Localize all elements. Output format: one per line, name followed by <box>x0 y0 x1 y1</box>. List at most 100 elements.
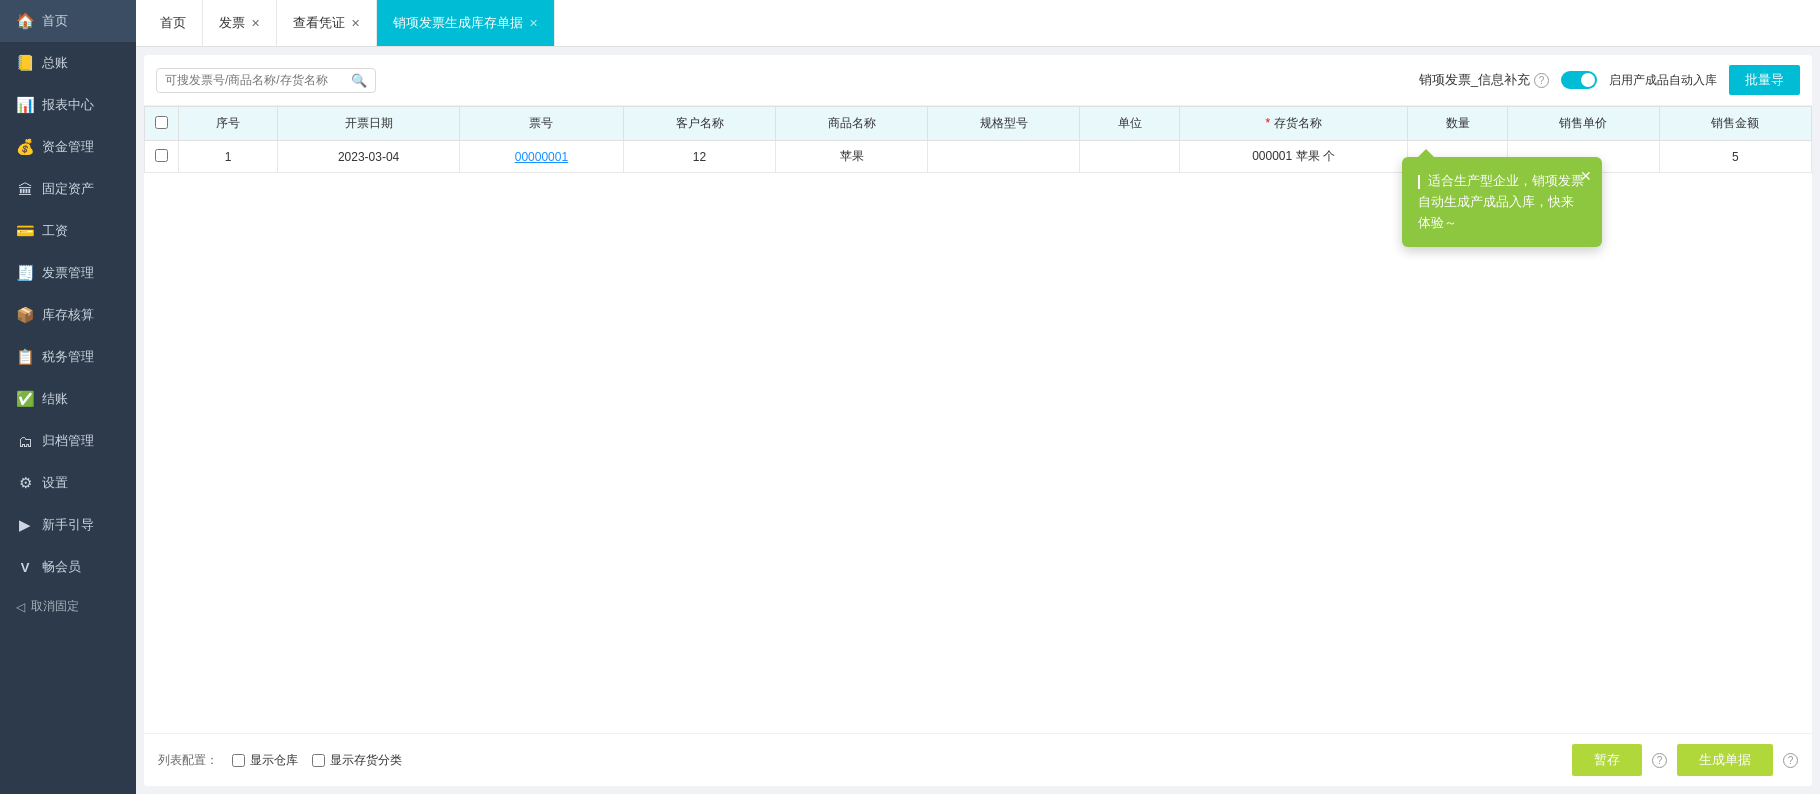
sidebar-item-label: 首页 <box>42 12 68 30</box>
cancel-fixed-label: 取消固定 <box>31 598 79 615</box>
bottom-right: 暂存 ? 生成单据 ? <box>1572 744 1798 776</box>
show-category-text: 显示存货分类 <box>330 752 402 769</box>
tab-home[interactable]: 首页 <box>144 0 203 46</box>
sidebar-item-label: 税务管理 <box>42 348 94 366</box>
sidebar-item-assets[interactable]: 🏛 固定资产 <box>0 168 136 210</box>
invoice-icon: 🧾 <box>16 264 34 282</box>
show-category-checkbox[interactable] <box>312 754 325 767</box>
ledger-icon: 📒 <box>16 54 34 72</box>
show-warehouse-text: 显示仓库 <box>250 752 298 769</box>
cell-inventory: 000001 苹果 个 <box>1179 141 1408 173</box>
generate-button[interactable]: 生成单据 <box>1677 744 1773 776</box>
cell-customer: 12 <box>623 141 775 173</box>
sidebar: 🏠 首页 📒 总账 📊 报表中心 💰 资金管理 🏛 固定资产 💳 工资 🧾 发票… <box>0 0 136 794</box>
auto-stock-toggle[interactable] <box>1561 71 1597 89</box>
sidebar-item-label: 归档管理 <box>42 432 94 450</box>
inventory-icon: 📦 <box>16 306 34 324</box>
settings-icon: ⚙ <box>16 474 34 492</box>
cell-date: 2023-03-04 <box>278 141 460 173</box>
th-unit-price: 销售单价 <box>1507 107 1659 141</box>
sidebar-item-invoice[interactable]: 🧾 发票管理 <box>0 252 136 294</box>
tab-invoice-close[interactable]: ✕ <box>251 17 260 30</box>
cancel-fixed[interactable]: ◁ 取消固定 <box>0 588 136 625</box>
th-unit: 单位 <box>1080 107 1179 141</box>
sidebar-item-inventory[interactable]: 📦 库存核算 <box>0 294 136 336</box>
sidebar-item-report[interactable]: 📊 报表中心 <box>0 84 136 126</box>
row-checkbox[interactable] <box>155 149 168 162</box>
show-category-label[interactable]: 显示存货分类 <box>312 752 402 769</box>
tax-icon: 📋 <box>16 348 34 366</box>
cell-amount: 5 <box>1659 141 1811 173</box>
sidebar-item-fund[interactable]: 💰 资金管理 <box>0 126 136 168</box>
sidebar-item-home[interactable]: 🏠 首页 <box>0 0 136 42</box>
sidebar-item-label: 总账 <box>42 54 68 72</box>
toolbar-right: 销项发票_信息补充 ? 启用产成品自动入库 批量导 <box>1419 65 1800 95</box>
sidebar-item-label: 设置 <box>42 474 68 492</box>
table-header-row: 序号 开票日期 票号 客户名称 商品名称 规格型号 单位 存货名称 数量 销售单… <box>145 107 1812 141</box>
sidebar-item-settings[interactable]: ⚙ 设置 <box>0 462 136 504</box>
th-date: 开票日期 <box>278 107 460 141</box>
tab-invoice[interactable]: 发票 ✕ <box>203 0 277 46</box>
info-label-text: 销项发票_信息补充 <box>1419 71 1530 89</box>
fund-icon: 💰 <box>16 138 34 156</box>
report-icon: 📊 <box>16 96 34 114</box>
show-warehouse-checkbox[interactable] <box>232 754 245 767</box>
info-help-icon[interactable]: ? <box>1534 73 1549 88</box>
tooltip-popover: ✕ 适合生产型企业，销项发票自动生成产成品入库，快来体验～ <box>1402 157 1602 247</box>
tab-invoice-label: 发票 <box>219 14 245 32</box>
sidebar-item-member[interactable]: V 畅会员 <box>0 546 136 588</box>
generate-help-icon[interactable]: ? <box>1783 753 1798 768</box>
info-label: 销项发票_信息补充 ? <box>1419 71 1549 89</box>
sidebar-item-label: 固定资产 <box>42 180 94 198</box>
tab-voucher-close[interactable]: ✕ <box>351 17 360 30</box>
tooltip-text: 适合生产型企业，销项发票自动生成产成品入库，快来体验～ <box>1418 173 1584 230</box>
toggle-track[interactable] <box>1561 71 1597 89</box>
guide-icon: ▶ <box>16 516 34 534</box>
archive-icon: 🗂 <box>16 433 34 450</box>
cell-invoice-no[interactable]: 00000001 <box>459 141 623 173</box>
tab-voucher-label: 查看凭证 <box>293 14 345 32</box>
content-panel: 🔍 销项发票_信息补充 ? 启用产成品自动入库 批量导 <box>144 55 1812 786</box>
select-all-checkbox[interactable] <box>155 116 168 129</box>
cancel-fixed-icon: ◁ <box>16 600 25 614</box>
th-invoice-no: 票号 <box>459 107 623 141</box>
tab-stock-order-close[interactable]: ✕ <box>529 17 538 30</box>
save-help-icon[interactable]: ? <box>1652 753 1667 768</box>
sidebar-item-label: 发票管理 <box>42 264 94 282</box>
sidebar-item-tax[interactable]: 📋 税务管理 <box>0 336 136 378</box>
toggle-label: 启用产成品自动入库 <box>1609 72 1717 89</box>
sidebar-item-label: 库存核算 <box>42 306 94 324</box>
tooltip-close-button[interactable]: ✕ <box>1580 165 1592 187</box>
tab-bar: 首页 发票 ✕ 查看凭证 ✕ 销项发票生成库存单据 ✕ <box>136 0 1820 47</box>
batch-import-button[interactable]: 批量导 <box>1729 65 1800 95</box>
sidebar-item-archive[interactable]: 🗂 归档管理 <box>0 420 136 462</box>
search-icon: 🔍 <box>351 73 367 88</box>
th-amount: 销售金额 <box>1659 107 1811 141</box>
sidebar-item-salary[interactable]: 💳 工资 <box>0 210 136 252</box>
th-seq: 序号 <box>179 107 278 141</box>
th-qty: 数量 <box>1408 107 1507 141</box>
search-box[interactable]: 🔍 <box>156 68 376 93</box>
salary-icon: 💳 <box>16 222 34 240</box>
sidebar-item-label: 结账 <box>42 390 68 408</box>
close-account-icon: ✅ <box>16 390 34 408</box>
sidebar-item-label: 畅会员 <box>42 558 81 576</box>
bottom-bar: 列表配置： 显示仓库 显示存货分类 暂存 ? 生成单据 ? <box>144 733 1812 786</box>
cell-seq: 1 <box>179 141 278 173</box>
sidebar-item-ledger[interactable]: 📒 总账 <box>0 42 136 84</box>
search-input[interactable] <box>165 73 345 87</box>
assets-icon: 🏛 <box>16 181 34 198</box>
sidebar-item-guide[interactable]: ▶ 新手引导 <box>0 504 136 546</box>
tab-voucher[interactable]: 查看凭证 ✕ <box>277 0 377 46</box>
tab-stock-order-label: 销项发票生成库存单据 <box>393 14 523 32</box>
list-config-label: 列表配置： <box>158 752 218 769</box>
show-warehouse-label[interactable]: 显示仓库 <box>232 752 298 769</box>
tab-home-label: 首页 <box>160 14 186 32</box>
save-button[interactable]: 暂存 <box>1572 744 1642 776</box>
sidebar-item-close[interactable]: ✅ 结账 <box>0 378 136 420</box>
tab-stock-order[interactable]: 销项发票生成库存单据 ✕ <box>377 0 555 46</box>
toolbar: 🔍 销项发票_信息补充 ? 启用产成品自动入库 批量导 <box>144 55 1812 106</box>
th-inventory: 存货名称 <box>1179 107 1408 141</box>
th-customer: 客户名称 <box>623 107 775 141</box>
cell-product: 苹果 <box>776 141 928 173</box>
